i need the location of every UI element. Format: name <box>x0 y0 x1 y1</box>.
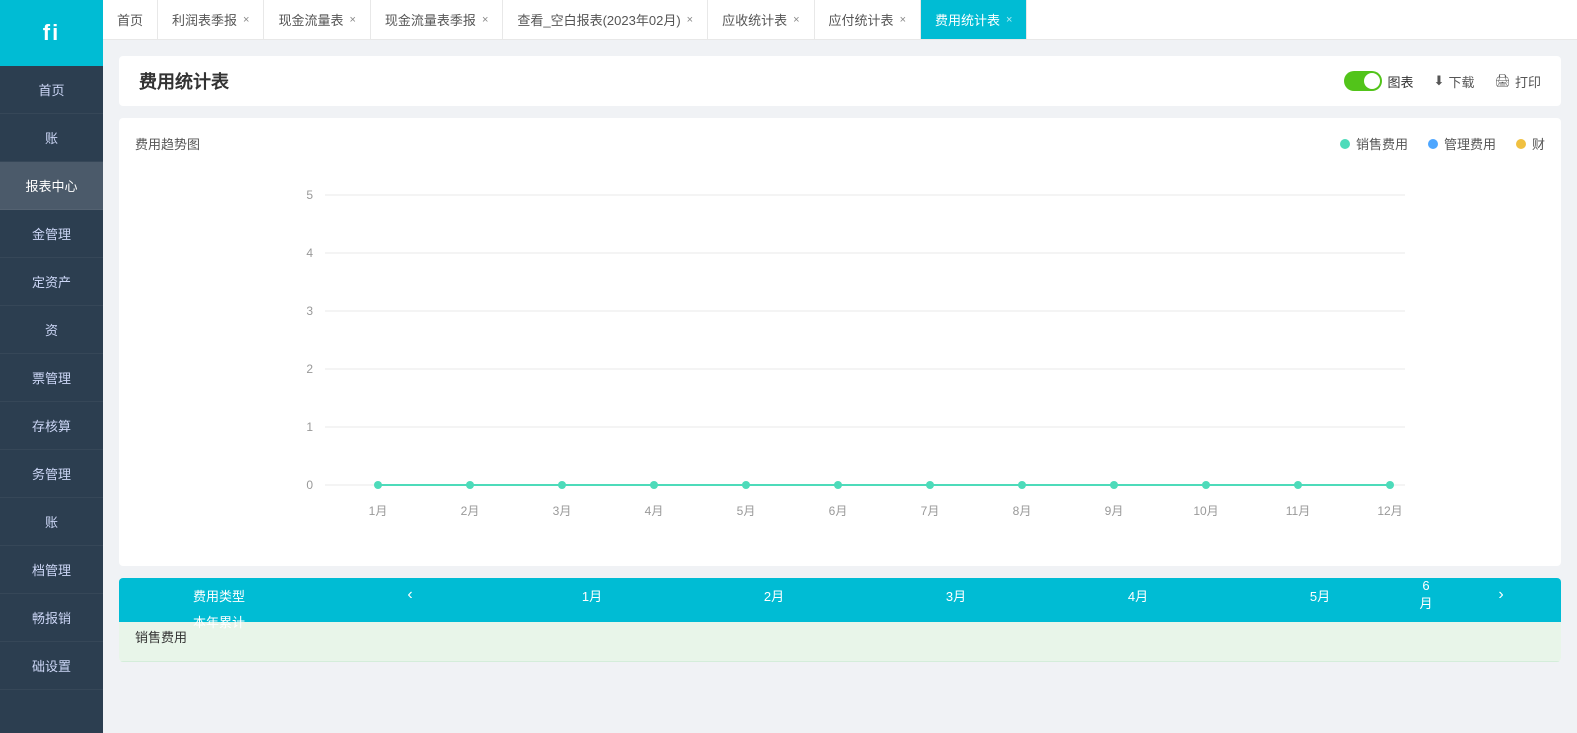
svg-text:10月: 10月 <box>1193 504 1218 518</box>
table-section: 费用类型 ‹ 1月 2月 3月 4月 5月 6月 › 本年累计 销售费用 <box>119 578 1561 662</box>
svg-text:7月: 7月 <box>921 504 940 518</box>
page-title: 费用统计表 <box>139 68 229 94</box>
tab-close-cashflow[interactable]: × <box>349 14 355 26</box>
tab-cashflow[interactable]: 现金流量表 × <box>264 0 370 39</box>
svg-text:11月: 11月 <box>1286 504 1310 518</box>
th-month-5: 5月 <box>1229 586 1411 605</box>
th-month-6: 6月 <box>1411 578 1441 612</box>
svg-text:6月: 6月 <box>829 504 848 518</box>
legend-label-admin: 管理费用 <box>1444 134 1496 153</box>
svg-text:5月: 5月 <box>737 504 756 518</box>
tab-close-blank-report[interactable]: × <box>687 14 693 26</box>
tab-expense[interactable]: 费用统计表 × <box>921 0 1027 39</box>
tab-home[interactable]: 首页 <box>103 0 158 39</box>
chart-legend: 销售费用 管理费用 财 <box>1340 134 1545 153</box>
tab-receivable[interactable]: 应收统计表 × <box>708 0 814 39</box>
chart-toggle-label: 图表 <box>1388 72 1414 91</box>
svg-text:1: 1 <box>306 420 313 434</box>
sidebar-item-archive[interactable]: 档管理 <box>0 546 103 594</box>
sidebar-item-fund[interactable]: 金管理 <box>0 210 103 258</box>
print-button[interactable]: 🖨 打印 <box>1494 72 1541 91</box>
header-actions: 图表 ⬇ 下载 🖨 打印 <box>1344 71 1541 91</box>
svg-text:4月: 4月 <box>645 504 664 518</box>
th-nav-next[interactable]: › <box>1441 586 1561 604</box>
tab-profit-quarterly[interactable]: 利润表季报 × <box>158 0 264 39</box>
legend-admin: 管理费用 <box>1428 134 1496 153</box>
chart-toggle-wrap: 图表 <box>1344 71 1414 91</box>
sidebar-item-inventory[interactable]: 存核算 <box>0 402 103 450</box>
tab-cashflow-quarterly[interactable]: 现金流量表季报 × <box>371 0 503 39</box>
table-row: 销售费用 <box>119 622 1561 662</box>
content-area: 费用统计表 图表 ⬇ 下载 🖨 打印 费用趋势图 <box>103 40 1577 733</box>
sidebar-item-account[interactable]: 账 <box>0 114 103 162</box>
th-nav-prev[interactable]: ‹ <box>319 586 501 604</box>
legend-label-finance: 财 <box>1532 134 1545 153</box>
svg-text:1月: 1月 <box>369 504 388 518</box>
td-type: 销售费用 <box>119 627 319 646</box>
tab-close-payable[interactable]: × <box>900 14 906 26</box>
download-icon: ⬇ <box>1434 73 1445 89</box>
chart-title: 费用趋势图 <box>135 134 200 153</box>
download-label: 下载 <box>1448 72 1474 91</box>
main-area: 首页 利润表季报 × 现金流量表 × 现金流量表季报 × 查看_空白报表(202… <box>103 0 1577 733</box>
svg-text:12月: 12月 <box>1377 504 1402 518</box>
svg-text:3: 3 <box>306 304 313 318</box>
sidebar-item-reports[interactable]: 报表中心 <box>0 162 103 210</box>
download-button[interactable]: ⬇ 下载 <box>1434 72 1475 91</box>
svg-text:2月: 2月 <box>461 504 480 518</box>
svg-text:8月: 8月 <box>1013 504 1032 518</box>
legend-dot-sales <box>1340 139 1350 149</box>
chart-section: 费用趋势图 销售费用 管理费用 财 <box>119 118 1561 566</box>
legend-finance: 财 <box>1516 134 1545 153</box>
svg-text:3月: 3月 <box>553 504 572 518</box>
tab-blank-report[interactable]: 查看_空白报表(2023年02月) × <box>503 0 708 39</box>
sidebar-logo: fi <box>0 0 103 66</box>
line-chart: 5 4 3 2 1 0 1月 2月 3月 4月 5月 6月 7月 8月 9月 <box>135 165 1545 545</box>
sidebar-item-ledger[interactable]: 账 <box>0 498 103 546</box>
page-header: 费用统计表 图表 ⬇ 下载 🖨 打印 <box>119 56 1561 106</box>
chart-container: 5 4 3 2 1 0 1月 2月 3月 4月 5月 6月 7月 8月 9月 <box>135 165 1545 550</box>
tab-close-expense[interactable]: × <box>1006 14 1012 26</box>
sidebar-item-service[interactable]: 务管理 <box>0 450 103 498</box>
th-month-3: 3月 <box>865 586 1047 605</box>
th-month-2: 2月 <box>683 586 865 605</box>
tab-close-cashflow-quarterly[interactable]: × <box>482 14 488 26</box>
tab-bar: 首页 利润表季报 × 现金流量表 × 现金流量表季报 × 查看_空白报表(202… <box>103 0 1577 40</box>
legend-sales: 销售费用 <box>1340 134 1408 153</box>
th-type: 费用类型 <box>119 586 319 605</box>
legend-label-sales: 销售费用 <box>1356 134 1408 153</box>
svg-text:4: 4 <box>306 246 313 260</box>
print-label: 打印 <box>1515 72 1541 91</box>
tab-close-profit-quarterly[interactable]: × <box>243 14 249 26</box>
chart-header: 费用趋势图 销售费用 管理费用 财 <box>135 134 1545 153</box>
svg-text:5: 5 <box>306 188 313 202</box>
svg-text:0: 0 <box>306 478 313 492</box>
tab-close-receivable[interactable]: × <box>793 14 799 26</box>
print-icon: 🖨 <box>1494 73 1511 89</box>
tab-payable[interactable]: 应付统计表 × <box>815 0 921 39</box>
th-month-1: 1月 <box>501 586 683 605</box>
svg-text:9月: 9月 <box>1105 504 1124 518</box>
sidebar: fi 首页 账 报表中心 金管理 定资产 资 票管理 存核算 务管理 账 档管理… <box>0 0 103 733</box>
legend-dot-admin <box>1428 139 1438 149</box>
sidebar-item-capital[interactable]: 资 <box>0 306 103 354</box>
sidebar-item-reimbursement[interactable]: 畅报销 <box>0 594 103 642</box>
sidebar-item-home[interactable]: 首页 <box>0 66 103 114</box>
svg-text:2: 2 <box>306 362 313 376</box>
table-header-row: 费用类型 ‹ 1月 2月 3月 4月 5月 6月 › 本年累计 <box>119 578 1561 622</box>
legend-dot-finance <box>1516 139 1526 149</box>
th-month-4: 4月 <box>1047 586 1229 605</box>
sidebar-item-invoice[interactable]: 票管理 <box>0 354 103 402</box>
sidebar-item-settings[interactable]: 础设置 <box>0 642 103 690</box>
sidebar-item-assets[interactable]: 定资产 <box>0 258 103 306</box>
chart-toggle[interactable] <box>1344 71 1382 91</box>
